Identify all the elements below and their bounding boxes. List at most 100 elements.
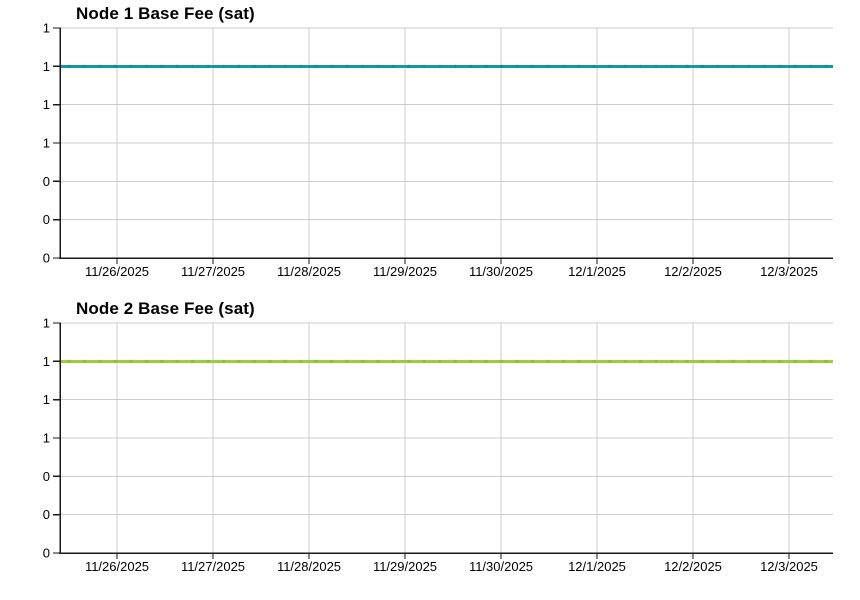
data-point-marker (592, 359, 596, 364)
y-tick-label: 0 (43, 212, 50, 227)
data-point-marker (407, 359, 411, 364)
y-tick-label: 1 (43, 97, 50, 112)
data-point-marker (793, 64, 797, 69)
data-point-marker (530, 64, 535, 69)
data-point-marker (113, 359, 118, 364)
data-point-marker (299, 359, 303, 364)
data-point-marker (221, 359, 226, 364)
x-tick-label: 12/2/2025 (664, 264, 722, 279)
y-tick-label: 1 (43, 354, 50, 369)
data-point-marker (778, 64, 782, 69)
data-point-marker (314, 359, 318, 364)
data-point-marker (824, 359, 828, 364)
base-fee-charts-page: Node 1 Base Fee (sat) 1 1 1 1 0 0 0 11/26/2025 1… (0, 0, 860, 600)
plot-area-node2: 1 1 1 1 0 0 0 11/26/2025 11/27/2025 11/28/2025 11/… (43, 316, 833, 574)
data-point-marker (345, 64, 349, 69)
data-point-marker (453, 64, 457, 69)
data-point-marker (793, 359, 797, 364)
data-point-marker (762, 64, 766, 69)
data-point-marker (206, 64, 210, 69)
data-point-marker (577, 359, 581, 364)
x-tick-label: 11/26/2025 (85, 264, 149, 279)
data-point-marker (329, 64, 334, 69)
y-tick-label: 1 (43, 21, 50, 36)
data-point-marker (453, 359, 457, 364)
data-point-marker (98, 359, 102, 364)
data-point-marker (376, 64, 380, 69)
data-point-marker (700, 64, 705, 69)
x-tick-label: 11/30/2025 (469, 559, 533, 574)
data-point-marker (778, 359, 782, 364)
y-tick-label: 1 (43, 59, 50, 74)
data-point-marker (98, 64, 102, 69)
data-point-marker (669, 359, 674, 364)
data-point-marker (654, 64, 658, 69)
data-point-marker (283, 359, 287, 364)
data-point-marker (438, 359, 442, 364)
x-tick-label: 11/28/2025 (277, 559, 341, 574)
data-point-marker (407, 64, 411, 69)
data-point-marker (144, 64, 148, 69)
data-point-marker (716, 359, 720, 364)
data-point-marker (747, 359, 751, 364)
data-point-marker (237, 359, 241, 364)
data-point-marker (669, 64, 674, 69)
data-point-marker (67, 64, 71, 69)
x-tick-label: 12/2/2025 (664, 559, 722, 574)
data-point-marker (360, 359, 365, 364)
y-tick-label: 0 (43, 174, 50, 189)
x-tick-label: 11/29/2025 (373, 559, 437, 574)
data-point-marker (206, 359, 210, 364)
data-point-marker (808, 64, 813, 69)
x-tick-label: 11/30/2025 (469, 264, 533, 279)
x-tick-label: 12/3/2025 (760, 559, 818, 574)
data-point-marker (283, 64, 287, 69)
data-point-marker (592, 64, 596, 69)
data-point-marker (469, 64, 473, 69)
x-tick-label: 11/28/2025 (277, 264, 341, 279)
data-point-marker (329, 359, 334, 364)
data-point-marker (391, 359, 396, 364)
data-point-marker (608, 359, 612, 364)
data-point-marker (685, 359, 689, 364)
data-point-marker (299, 64, 303, 69)
data-point-marker (608, 64, 612, 69)
data-point-marker (376, 359, 380, 364)
data-point-marker (314, 64, 318, 69)
data-point-marker (190, 64, 195, 69)
y-tick-label: 0 (43, 251, 50, 266)
data-point-marker (685, 64, 689, 69)
data-point-marker (252, 359, 257, 364)
data-point-marker (824, 64, 828, 69)
data-point-marker (422, 64, 427, 69)
y-tick-label: 1 (43, 431, 50, 446)
data-point-marker (515, 64, 519, 69)
x-tick-label: 11/27/2025 (181, 264, 245, 279)
data-point-marker (499, 359, 504, 364)
data-point-marker (175, 64, 179, 69)
data-point-marker (252, 64, 257, 69)
y-tick-label: 0 (43, 507, 50, 522)
data-point-marker (237, 64, 241, 69)
x-tick-label: 12/3/2025 (760, 264, 818, 279)
y-tick-label: 1 (43, 316, 50, 331)
data-point-marker (484, 359, 488, 364)
data-point-marker (561, 64, 566, 69)
data-point-marker (469, 359, 473, 364)
plot-area-node1: 1 1 1 1 0 0 0 11/26/2025 11/27/2025 11/28/2025 11/… (43, 21, 833, 279)
data-point-marker (731, 359, 736, 364)
data-point-marker (221, 64, 226, 69)
data-point-marker (546, 359, 550, 364)
data-point-marker (515, 359, 519, 364)
data-point-marker (638, 64, 643, 69)
data-point-marker (391, 64, 396, 69)
y-tick-label: 1 (43, 136, 50, 151)
chart-block-node1: Node 1 Base Fee (sat) 1 1 1 1 0 0 0 11/26/2025 1… (0, 0, 860, 295)
data-point-marker (160, 64, 164, 69)
data-point-marker (67, 359, 71, 364)
y-tick-label: 0 (43, 469, 50, 484)
data-point-marker (623, 359, 627, 364)
data-point-marker (577, 64, 581, 69)
y-tick-label: 1 (43, 392, 50, 407)
data-point-marker (422, 359, 427, 364)
